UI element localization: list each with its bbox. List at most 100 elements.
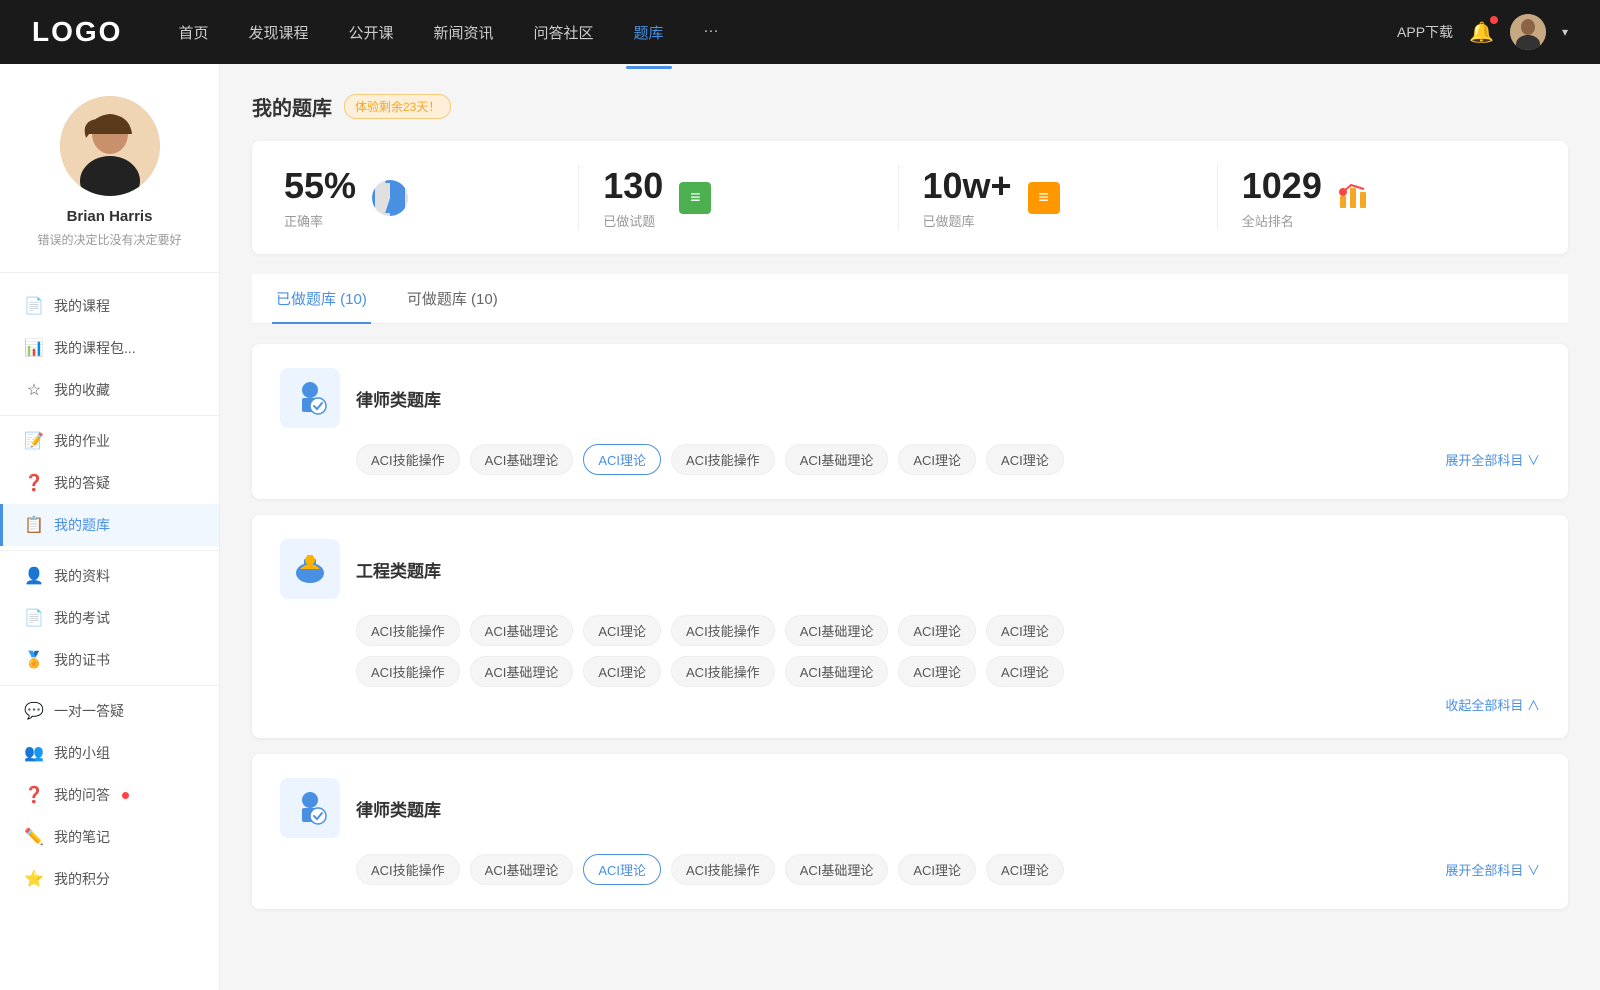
tag-1-1[interactable]: ACI基础理论 [470,444,574,475]
stat-accuracy-label: 正确率 [284,211,356,230]
tag-3-0[interactable]: ACI技能操作 [356,854,460,885]
sidebar-item-label: 我的答疑 [54,473,110,493]
pie-chart-icon [372,180,408,216]
tag-1-0[interactable]: ACI技能操作 [356,444,460,475]
tag-2s-4[interactable]: ACI基础理论 [785,656,889,687]
sidebar-item-my-qa[interactable]: ❓ 我的问答 [0,774,219,816]
sidebar-item-homework[interactable]: 📝 我的作业 [0,420,219,462]
sidebar-item-label: 我的问答 [54,785,110,805]
user-dropdown-arrow[interactable]: ▾ [1562,25,1568,39]
tag-3-5[interactable]: ACI理论 [898,854,976,885]
tag-3-3[interactable]: ACI技能操作 [671,854,775,885]
sidebar-item-quiz-bank[interactable]: 📋 我的题库 [0,504,219,546]
divider-2 [0,550,219,551]
stat-accuracy-number: 55% [284,165,356,207]
nav-open-course[interactable]: 公开课 [340,18,401,47]
sidebar-item-exam[interactable]: 📄 我的考试 [0,597,219,639]
note-icon: ≡ [679,182,711,214]
tag-2s-2[interactable]: ACI理论 [583,656,661,687]
stats-panel: 55% 正确率 130 已做试题 ≡ 10w+ 已做题库 ≡ [252,141,1568,254]
user-avatar[interactable] [1510,14,1546,50]
expand-link-1[interactable]: 展开全部科目 ∨ [1445,450,1540,469]
tag-2-4[interactable]: ACI基础理论 [785,615,889,646]
expand-link-3[interactable]: 展开全部科目 ∨ [1445,860,1540,879]
sidebar: Brian Harris 错误的决定比没有决定要好 📄 我的课程 📊 我的课程包… [0,64,220,990]
page-header: 我的题库 体验剩余23天！ [252,92,1568,121]
nav-discover[interactable]: 发现课程 [240,18,316,47]
stat-rank-label: 全站排名 [1242,211,1322,230]
tabs-row: 已做题库 (10) 可做题库 (10) [252,274,1568,324]
profile-motto: 错误的决定比没有决定要好 [37,231,181,248]
tag-2s-5[interactable]: ACI理论 [898,656,976,687]
course-icon: 📄 [24,296,44,316]
qa-red-dot [122,792,129,799]
sidebar-item-course[interactable]: 📄 我的课程 [0,285,219,327]
rank-icon [1338,178,1370,217]
stat-rank: 1029 全站排名 [1218,165,1536,230]
collection-icon: ☆ [24,380,44,400]
tag-2s-1[interactable]: ACI基础理论 [470,656,574,687]
collapse-link-2[interactable]: 收起全部科目 ∧ [1445,695,1540,714]
tag-2-6[interactable]: ACI理论 [986,615,1064,646]
bank-card-engineer: 工程类题库 ACI技能操作 ACI基础理论 ACI理论 ACI技能操作 ACI基… [252,515,1568,738]
tab-done[interactable]: 已做题库 (10) [272,274,371,323]
lawyer-bank-icon [280,368,340,428]
sidebar-item-qa[interactable]: ❓ 我的答疑 [0,462,219,504]
sidebar-item-points[interactable]: ⭐ 我的积分 [0,858,219,900]
tags-row-3: ACI技能操作 ACI基础理论 ACI理论 ACI技能操作 ACI基础理论 AC… [356,854,1540,885]
logo: LOGO [32,16,122,48]
tag-2-3[interactable]: ACI技能操作 [671,615,775,646]
tag-2s-0[interactable]: ACI技能操作 [356,656,460,687]
tag-3-6[interactable]: ACI理论 [986,854,1064,885]
app-download-button[interactable]: APP下载 [1397,22,1453,42]
tag-2-5[interactable]: ACI理论 [898,615,976,646]
tag-2-1[interactable]: ACI基础理论 [470,615,574,646]
tag-2-2[interactable]: ACI理论 [583,615,661,646]
tag-3-2[interactable]: ACI理论 [583,854,661,885]
nav-home[interactable]: 首页 [170,18,216,47]
points-icon: ⭐ [24,869,44,889]
sidebar-item-collection[interactable]: ☆ 我的收藏 [0,369,219,411]
sidebar-item-label: 我的课程包... [54,338,136,358]
group-icon: 👥 [24,743,44,763]
sidebar-item-course-package[interactable]: 📊 我的课程包... [0,327,219,369]
tag-1-6[interactable]: ACI理论 [986,444,1064,475]
avatar-image [1510,14,1546,50]
bank-title-2: 工程类题库 [356,557,441,582]
tag-2s-6[interactable]: ACI理论 [986,656,1064,687]
tags-row-1: ACI技能操作 ACI基础理论 ACI理论 ACI技能操作 ACI基础理论 AC… [356,444,1540,475]
tag-1-2[interactable]: ACI理论 [583,444,661,475]
sidebar-item-label: 我的证书 [54,650,110,670]
bank-card-header-2: 工程类题库 [280,539,1540,599]
stat-banks-left: 10w+ 已做题库 [923,165,1012,230]
tag-1-5[interactable]: ACI理论 [898,444,976,475]
nav-right: APP下载 🔔 ▾ [1397,14,1568,50]
notification-bell[interactable]: 🔔 [1469,20,1494,45]
sidebar-item-one-on-one[interactable]: 💬 一对一答疑 [0,690,219,732]
nav-quiz[interactable]: 题库 [626,18,672,47]
homework-icon: 📝 [24,431,44,451]
one-on-one-icon: 💬 [24,701,44,721]
tag-3-1[interactable]: ACI基础理论 [470,854,574,885]
sidebar-item-profile[interactable]: 👤 我的资料 [0,555,219,597]
sidebar-item-group[interactable]: 👥 我的小组 [0,732,219,774]
nav-news[interactable]: 新闻资讯 [426,18,502,47]
tag-1-3[interactable]: ACI技能操作 [671,444,775,475]
bank-title-1: 律师类题库 [356,386,441,411]
tag-1-4[interactable]: ACI基础理论 [785,444,889,475]
stat-done-questions: 130 已做试题 ≡ [579,165,898,230]
tag-2-0[interactable]: ACI技能操作 [356,615,460,646]
nav-qa[interactable]: 问答社区 [526,18,602,47]
tag-3-4[interactable]: ACI基础理论 [785,854,889,885]
stat-banks-label: 已做题库 [923,211,1012,230]
notification-badge [1490,16,1498,24]
tab-available[interactable]: 可做题库 (10) [403,274,502,323]
tags-second-row-2: ACI技能操作 ACI基础理论 ACI理论 ACI技能操作 ACI基础理论 AC… [356,656,1540,687]
profile-icon: 👤 [24,566,44,586]
nav-more[interactable]: ··· [696,18,727,47]
profile-name: Brian Harris [67,208,153,225]
tag-2s-3[interactable]: ACI技能操作 [671,656,775,687]
stat-rank-left: 1029 全站排名 [1242,165,1322,230]
sidebar-item-certificate[interactable]: 🏅 我的证书 [0,639,219,681]
sidebar-item-notes[interactable]: ✏️ 我的笔记 [0,816,219,858]
